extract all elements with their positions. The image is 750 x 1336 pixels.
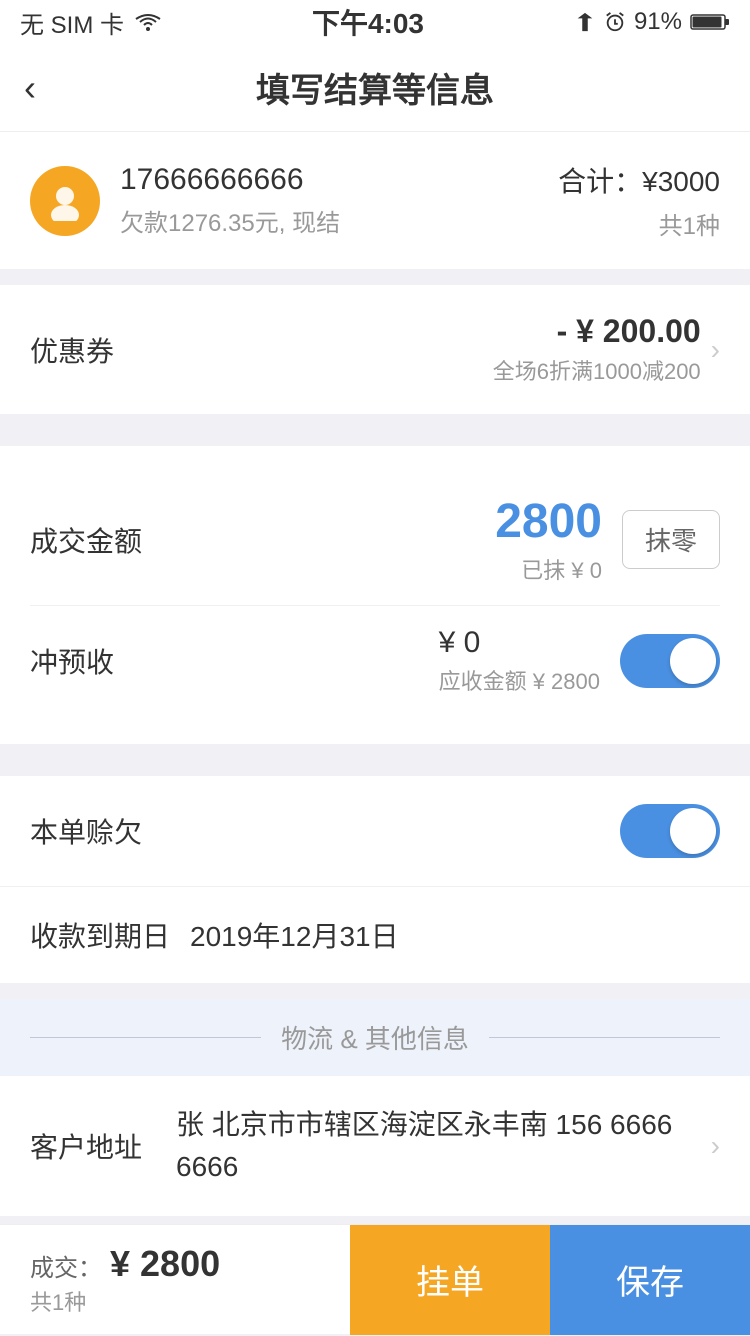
round-zero-button[interactable]: 抹零 bbox=[622, 510, 720, 569]
content: 17666666666 欠款1276.35元, 现结 合计：¥3000 共1种 … bbox=[0, 132, 750, 1336]
user-card: 17666666666 欠款1276.35元, 现结 合计：¥3000 共1种 bbox=[0, 132, 750, 269]
user-left: 17666666666 欠款1276.35元, 现结 bbox=[30, 163, 340, 238]
user-count: 共1种 bbox=[558, 206, 720, 241]
debit-label: 本单赊欠 bbox=[30, 811, 142, 851]
coupon-arrow-icon: › bbox=[711, 334, 720, 366]
logistics-header: 物流 & 其他信息 bbox=[0, 999, 750, 1076]
user-debt: 欠款1276.35元, 现结 bbox=[120, 203, 340, 238]
logistics-line-left bbox=[30, 1037, 261, 1038]
wifi-icon bbox=[134, 12, 162, 32]
coupon-discount: - ¥ 200.00 bbox=[493, 313, 701, 350]
prepaid-value: ¥ 0 bbox=[439, 626, 600, 660]
status-bar: 无 SIM 卡 下午4:03 91% bbox=[0, 0, 750, 44]
deal-amount-label: 成交金额 bbox=[30, 520, 142, 560]
address-arrow-icon: › bbox=[711, 1130, 720, 1162]
bottom-deal-value: ¥ 2800 bbox=[110, 1243, 220, 1285]
logistics-title: 物流 & 其他信息 bbox=[281, 1019, 469, 1056]
bottom-deal-label: 成交： bbox=[30, 1248, 102, 1283]
avatar bbox=[30, 166, 100, 236]
location-icon bbox=[574, 11, 596, 33]
amount-section: 成交金额 2800 已抹 ¥ 0 抹零 冲预收 ¥ 0 应收金额 ¥ 2800 bbox=[0, 446, 750, 744]
battery-icon bbox=[690, 12, 730, 32]
prepaid-sub: 应收金额 ¥ 2800 bbox=[439, 664, 600, 696]
nav-bar: ‹ 填写结算等信息 bbox=[0, 44, 750, 132]
deal-amount-value: 2800 bbox=[495, 494, 602, 549]
coupon-label: 优惠券 bbox=[30, 330, 114, 370]
status-time: 下午4:03 bbox=[312, 2, 424, 42]
hold-button[interactable]: 挂单 bbox=[350, 1225, 550, 1335]
deal-amount-value-wrapper: 2800 已抹 ¥ 0 bbox=[495, 494, 602, 585]
prepaid-toggle-container bbox=[620, 634, 720, 688]
status-right: 91% bbox=[574, 8, 730, 36]
prepaid-value-wrapper: ¥ 0 应收金额 ¥ 2800 bbox=[439, 626, 600, 696]
coupon-row[interactable]: 优惠券 - ¥ 200.00 全场6折满1000减200 › bbox=[0, 285, 750, 414]
logistics-line-right bbox=[489, 1037, 720, 1038]
prepaid-right: ¥ 0 应收金额 ¥ 2800 bbox=[439, 626, 720, 696]
user-total: 合计：¥3000 bbox=[558, 160, 720, 200]
deal-amount-right: 2800 已抹 ¥ 0 抹零 bbox=[495, 494, 720, 585]
coupon-right: - ¥ 200.00 全场6折满1000减200 › bbox=[493, 313, 720, 386]
bottom-deal-row: 成交： ¥ 2800 bbox=[30, 1243, 320, 1285]
deal-amount-row: 成交金额 2800 已抹 ¥ 0 抹零 bbox=[30, 474, 720, 605]
prepaid-toggle[interactable] bbox=[620, 634, 720, 688]
debit-section: 本单赊欠 bbox=[0, 776, 750, 886]
bottom-bar: 成交： ¥ 2800 共1种 挂单 保存 bbox=[0, 1224, 750, 1334]
status-left: 无 SIM 卡 bbox=[20, 5, 162, 40]
address-value: 张 北京市市辖区海淀区永丰南 156 6666 6666 bbox=[176, 1104, 695, 1188]
bottom-left: 成交： ¥ 2800 共1种 bbox=[0, 1243, 350, 1317]
prepaid-label: 冲预收 bbox=[30, 641, 114, 681]
user-phone: 17666666666 bbox=[120, 163, 340, 197]
due-date-value: 2019年12月31日 bbox=[190, 915, 399, 955]
deal-amount-sub: 已抹 ¥ 0 bbox=[495, 553, 602, 585]
save-button[interactable]: 保存 bbox=[550, 1225, 750, 1335]
divider-1 bbox=[0, 430, 750, 446]
address-section[interactable]: 客户地址 张 北京市市辖区海淀区永丰南 156 6666 6666 › bbox=[0, 1076, 750, 1216]
debit-toggle[interactable] bbox=[620, 804, 720, 858]
user-info: 17666666666 欠款1276.35元, 现结 bbox=[120, 163, 340, 238]
coupon-value-wrapper: - ¥ 200.00 全场6折满1000减200 bbox=[493, 313, 701, 386]
battery-percent: 91% bbox=[634, 8, 682, 36]
coupon-desc: 全场6折满1000减200 bbox=[493, 354, 701, 386]
no-sim-label: 无 SIM 卡 bbox=[20, 5, 124, 40]
divider-2 bbox=[0, 744, 750, 760]
bottom-count: 共1种 bbox=[30, 1285, 320, 1317]
due-date-label: 收款到期日 bbox=[30, 915, 170, 955]
back-button[interactable]: ‹ bbox=[24, 67, 36, 109]
address-label: 客户地址 bbox=[30, 1126, 160, 1166]
due-date-section: 收款到期日 2019年12月31日 bbox=[0, 886, 750, 983]
user-total-info: 合计：¥3000 共1种 bbox=[558, 160, 720, 241]
alarm-icon bbox=[604, 11, 626, 33]
prepaid-row: 冲预收 ¥ 0 应收金额 ¥ 2800 bbox=[30, 605, 720, 716]
page-title: 填写结算等信息 bbox=[256, 63, 494, 112]
debit-toggle-container bbox=[620, 804, 720, 858]
